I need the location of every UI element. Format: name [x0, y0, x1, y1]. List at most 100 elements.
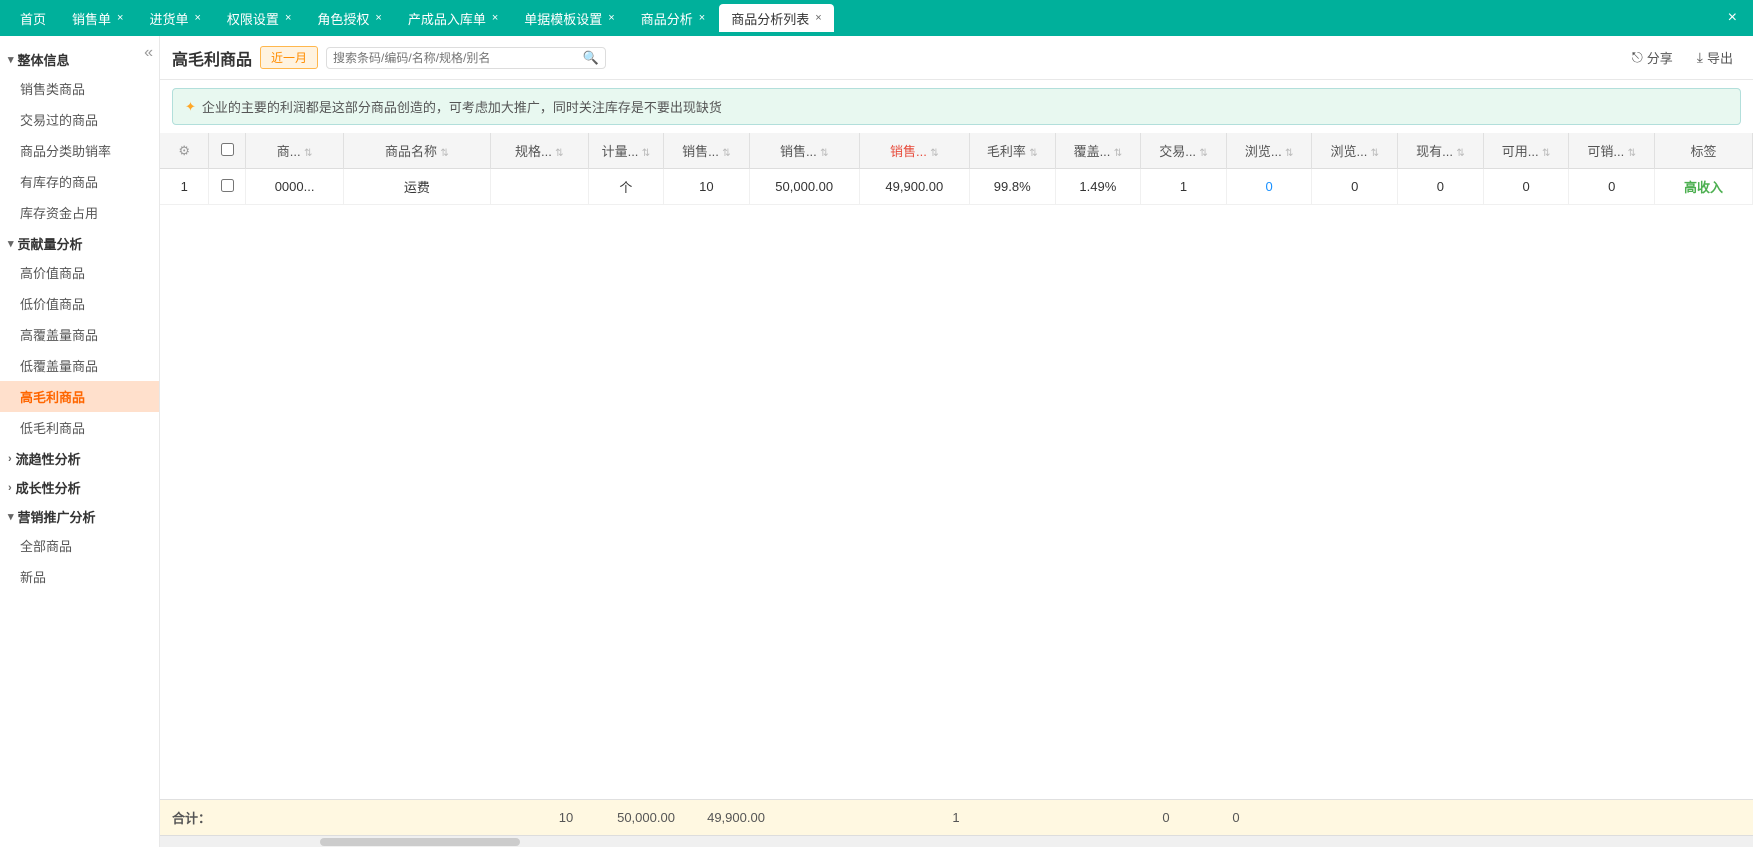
scrollbar-thumb[interactable]: [320, 838, 520, 846]
cell-tag: 高收入: [1655, 169, 1753, 205]
th-unit[interactable]: 计量... ⇅: [588, 133, 663, 169]
sidebar-item-low-margin[interactable]: 低毛利商品: [0, 412, 159, 443]
sort-icon[interactable]: ⇅: [1542, 148, 1550, 159]
th-stock[interactable]: 现有... ⇅: [1398, 133, 1484, 169]
export-button[interactable]: ⤓ 导出: [1689, 44, 1741, 71]
sidebar-item-low-coverage[interactable]: 低覆盖量商品: [0, 350, 159, 381]
th-gross-margin[interactable]: 毛利率 ⇅: [969, 133, 1055, 169]
sort-icon[interactable]: ⇅: [304, 148, 312, 159]
page-title: 高毛利商品: [172, 46, 252, 70]
sidebar-group-marketing[interactable]: ▾ 营销推广分析: [0, 501, 159, 530]
sort-icon[interactable]: ⇅: [930, 148, 938, 159]
sort-icon[interactable]: ⇅: [1029, 148, 1037, 159]
th-sales-amt[interactable]: 销售... ⇅: [749, 133, 859, 169]
sidebar-group-contribution[interactable]: ▾ 贡献量分析: [0, 228, 159, 257]
sidebar-item-traded-goods[interactable]: 交易过的商品: [0, 104, 159, 135]
cell-sales-cost: 49,900.00: [859, 169, 969, 205]
chevron-right-icon: ›: [8, 482, 12, 494]
share-button[interactable]: ⎋ 分享: [1624, 44, 1681, 71]
sidebar-group-growth[interactable]: › 成长性分析: [0, 472, 159, 501]
sort-icon[interactable]: ⇅: [722, 148, 730, 159]
sidebar-item-all-goods[interactable]: 全部商品: [0, 530, 159, 561]
close-icon[interactable]: ×: [492, 12, 498, 24]
close-icon[interactable]: ×: [815, 12, 821, 24]
sort-icon[interactable]: ⇅: [555, 148, 563, 159]
th-name[interactable]: 商品名称 ⇅: [344, 133, 491, 169]
th-tag[interactable]: 标签: [1655, 133, 1753, 169]
sidebar-collapse-button[interactable]: «: [144, 44, 153, 62]
sidebar-group-overall[interactable]: ▾ 整体信息: [0, 44, 159, 73]
sidebar-item-low-value[interactable]: 低价值商品: [0, 288, 159, 319]
th-view2[interactable]: 浏览... ⇅: [1312, 133, 1398, 169]
nav-tab-template[interactable]: 单据模板设置 ×: [512, 4, 626, 32]
chevron-right-icon: ›: [8, 453, 12, 465]
th-view1[interactable]: 浏览... ⇅: [1226, 133, 1312, 169]
nav-tab-inbound[interactable]: 产成品入库单 ×: [396, 4, 510, 32]
export-icon: ⤓: [1697, 49, 1703, 66]
sort-icon[interactable]: ⇅: [1199, 148, 1207, 159]
sidebar-item-stock-goods[interactable]: 有库存的商品: [0, 166, 159, 197]
cell-name: 运费: [344, 169, 491, 205]
close-icon[interactable]: ×: [699, 12, 705, 24]
row-checkbox[interactable]: [221, 179, 234, 192]
nav-tab-purchase[interactable]: 进货单 ×: [137, 4, 212, 32]
settings-icon[interactable]: ⚙: [178, 143, 190, 158]
nav-tab-analysis[interactable]: 商品分析 ×: [629, 4, 717, 32]
nav-tab-home[interactable]: 首页: [8, 4, 58, 32]
table-footer: 合计： 10 50,000.00 49,900.00 1 0 0: [160, 799, 1753, 835]
close-icon[interactable]: ×: [117, 12, 123, 24]
share-icon: ⎋: [1632, 49, 1643, 66]
sidebar-item-high-margin[interactable]: 高毛利商品: [0, 381, 159, 412]
cell-coverage: 1.49%: [1055, 169, 1141, 205]
sort-icon[interactable]: ⇅: [1628, 148, 1636, 159]
cell-check[interactable]: [209, 169, 246, 205]
sidebar-item-high-coverage[interactable]: 高覆盖量商品: [0, 319, 159, 350]
nav-tab-sales[interactable]: 销售单 ×: [60, 4, 135, 32]
th-sales-qty[interactable]: 销售... ⇅: [664, 133, 750, 169]
close-icon[interactable]: ×: [375, 12, 381, 24]
th-settings[interactable]: ⚙: [160, 133, 209, 169]
sidebar-item-sales-goods[interactable]: 销售类商品: [0, 73, 159, 104]
sort-icon[interactable]: ⇅: [820, 148, 828, 159]
close-icon[interactable]: ×: [194, 12, 200, 24]
th-sellable[interactable]: 可销... ⇅: [1569, 133, 1655, 169]
select-all-checkbox[interactable]: [221, 143, 234, 156]
data-table: ⚙ 商... ⇅ 商品名称 ⇅: [160, 133, 1753, 205]
th-coverage[interactable]: 覆盖... ⇅: [1055, 133, 1141, 169]
window-close-button[interactable]: ×: [1720, 9, 1745, 27]
sidebar-group-trend[interactable]: › 流趋性分析: [0, 443, 159, 472]
sort-icon[interactable]: ⇅: [1114, 148, 1122, 159]
sort-icon[interactable]: ⇅: [440, 148, 448, 159]
sidebar-item-new-goods[interactable]: 新品: [0, 561, 159, 592]
nav-tab-role[interactable]: 角色授权 ×: [305, 4, 393, 32]
filter-recent-month-button[interactable]: 近一月: [260, 46, 318, 69]
search-icon[interactable]: 🔍: [583, 50, 599, 66]
sort-icon[interactable]: ⇅: [642, 148, 650, 159]
search-box: 🔍: [326, 47, 606, 69]
chevron-down-icon: ▾: [8, 510, 14, 523]
search-input[interactable]: [333, 51, 579, 65]
table-container[interactable]: ⚙ 商... ⇅ 商品名称 ⇅: [160, 133, 1753, 799]
cell-num: 1: [160, 169, 209, 205]
th-spec[interactable]: 规格... ⇅: [490, 133, 588, 169]
sidebar-item-high-value[interactable]: 高价值商品: [0, 257, 159, 288]
footer-trade: 1: [921, 810, 991, 825]
sidebar-item-stock-funds[interactable]: 库存资金占用: [0, 197, 159, 228]
sort-icon[interactable]: ⇅: [1285, 148, 1293, 159]
horizontal-scrollbar[interactable]: [160, 835, 1753, 847]
th-code[interactable]: 商... ⇅: [246, 133, 344, 169]
sidebar-item-category-rate[interactable]: 商品分类助销率: [0, 135, 159, 166]
nav-tab-permission[interactable]: 权限设置 ×: [215, 4, 303, 32]
nav-tab-analysis-list[interactable]: 商品分析列表 ×: [719, 4, 833, 32]
th-checkbox[interactable]: [209, 133, 246, 169]
th-trade[interactable]: 交易... ⇅: [1141, 133, 1227, 169]
close-icon[interactable]: ×: [608, 12, 614, 24]
cell-view1[interactable]: 0: [1226, 169, 1312, 205]
cell-view2: 0: [1312, 169, 1398, 205]
sort-icon[interactable]: ⇅: [1456, 148, 1464, 159]
sort-icon[interactable]: ⇅: [1371, 148, 1379, 159]
close-icon[interactable]: ×: [285, 12, 291, 24]
th-sales-cost[interactable]: 销售... ⇅: [859, 133, 969, 169]
view1-link[interactable]: 0: [1266, 179, 1273, 194]
th-avail[interactable]: 可用... ⇅: [1483, 133, 1569, 169]
